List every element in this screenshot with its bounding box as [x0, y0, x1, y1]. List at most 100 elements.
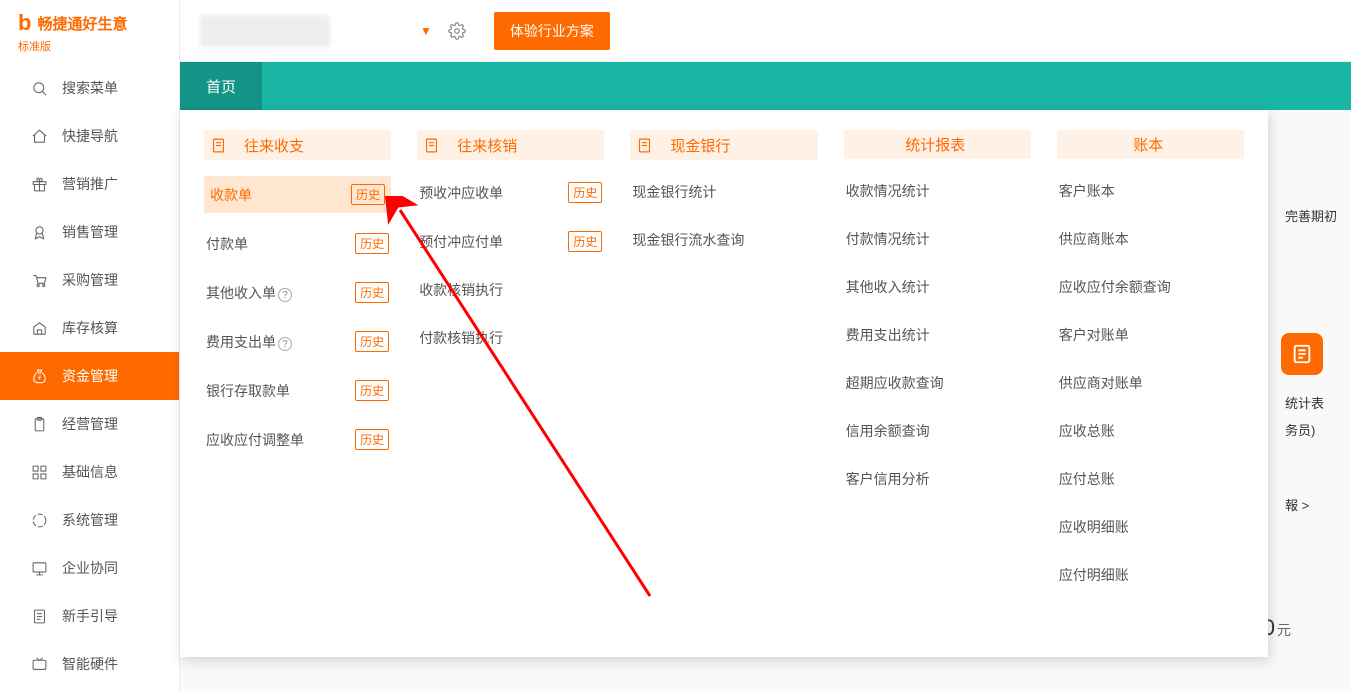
mega-item-label: 应收总账 [1059, 421, 1115, 441]
report-icon[interactable] [1281, 333, 1323, 375]
history-tag[interactable]: 历史 [355, 233, 389, 254]
mega-item[interactable]: 付款单历史 [204, 233, 391, 254]
sidebar-item-loader[interactable]: 系统管理 [0, 496, 179, 544]
logo-mark: b [18, 10, 31, 36]
history-tag[interactable]: 历史 [355, 331, 389, 352]
mega-item[interactable]: 收款核销执行 [417, 280, 604, 300]
mega-item-label: 应付明细账 [1059, 565, 1129, 585]
mega-column-header: 账本 [1057, 130, 1244, 159]
gift-icon [30, 175, 48, 193]
cta-button[interactable]: 体验行业方案 [494, 12, 610, 50]
mega-item-label: 收款单 [210, 185, 252, 205]
mega-item[interactable]: 付款核销执行 [417, 328, 604, 348]
sidebar-item-cart[interactable]: 采购管理 [0, 256, 179, 304]
sidebar-item-label: 营销推广 [62, 174, 118, 194]
mega-column-title: 现金银行 [670, 135, 730, 156]
doc-icon [636, 134, 662, 156]
tab-home[interactable]: 首页 [180, 62, 262, 110]
mega-item[interactable]: 应收应付余额查询 [1057, 277, 1244, 297]
house-icon [30, 319, 48, 337]
mega-item[interactable]: 预付冲应付单历史 [417, 231, 604, 252]
sidebar-item-badge[interactable]: 销售管理 [0, 208, 179, 256]
mega-item[interactable]: 收款单 历史 [204, 176, 391, 213]
mega-item[interactable]: 其他收入单?历史 [204, 282, 391, 303]
peek-text: 务员) [1281, 414, 1351, 445]
mega-item[interactable]: 应收应付调整单历史 [204, 429, 391, 450]
sidebar-item-note[interactable]: 新手引导 [0, 592, 179, 640]
mega-item[interactable]: 收款情况统计 [844, 181, 1031, 201]
mega-item[interactable]: 费用支出单?历史 [204, 331, 391, 352]
sidebar-item-search[interactable]: 搜索菜单 [0, 64, 179, 112]
help-icon[interactable]: ? [278, 288, 292, 302]
history-tag[interactable]: 历史 [355, 282, 389, 303]
sidebar-item-label: 资金管理 [62, 366, 118, 386]
mega-item-label: 客户信用分析 [846, 469, 930, 489]
history-tag[interactable]: 历史 [355, 429, 389, 450]
search-icon [30, 79, 48, 97]
mega-item[interactable]: 应收总账 [1057, 421, 1244, 441]
peek-link[interactable]: 報 > [1281, 489, 1351, 520]
mega-item[interactable]: 银行存取款单历史 [204, 380, 391, 401]
mega-item[interactable]: 预收冲应收单 历史 [417, 182, 604, 203]
sidebar-item-grid[interactable]: 基础信息 [0, 448, 179, 496]
mega-item-label: 现金银行流水查询 [632, 230, 744, 250]
help-icon[interactable]: ? [278, 337, 292, 351]
mega-item[interactable]: 付款情况统计 [844, 229, 1031, 249]
topbar: ▼ 体验行业方案 [180, 0, 1351, 62]
mega-item[interactable]: 客户账本 [1057, 181, 1244, 201]
sidebar-item-monitor[interactable]: 企业协同 [0, 544, 179, 592]
mega-item[interactable]: 供应商账本 [1057, 229, 1244, 249]
edition-label: 标准版 [18, 38, 179, 54]
mega-item[interactable]: 费用支出统计 [844, 325, 1031, 345]
mega-item-label: 应付总账 [1059, 469, 1115, 489]
mega-column-title: 往来收支 [244, 135, 304, 156]
svg-text:¥: ¥ [37, 375, 41, 381]
history-tag[interactable]: 历史 [351, 184, 385, 205]
sidebar-item-label: 新手引导 [62, 606, 118, 626]
mega-column-header: 统计报表 [844, 130, 1031, 159]
org-selector[interactable] [200, 15, 330, 47]
mega-column-title: 往来核销 [457, 135, 517, 156]
sidebar-item-home[interactable]: 快捷导航 [0, 112, 179, 160]
chevron-down-icon[interactable]: ▼ [420, 24, 432, 38]
mega-item-label: 预收冲应收单 [419, 183, 503, 203]
mega-item[interactable]: 信用余额查询 [844, 421, 1031, 441]
gear-icon[interactable] [448, 22, 466, 40]
mega-column-title: 统计报表 [905, 134, 965, 155]
mega-item[interactable]: 应付明细账 [1057, 565, 1244, 585]
mega-item-label: 其他收入统计 [846, 277, 930, 297]
mega-item[interactable]: 应付总账 [1057, 469, 1244, 489]
mega-item[interactable]: 客户信用分析 [844, 469, 1031, 489]
mega-column: 往来核销预收冲应收单历史预付冲应付单历史收款核销执行付款核销执行 [417, 130, 604, 613]
mega-item-label: 供应商账本 [1059, 229, 1129, 249]
mega-item[interactable]: 应收明细账 [1057, 517, 1244, 537]
logo: b 畅捷通好生意 [0, 0, 179, 40]
sidebar-item-money-bag[interactable]: ¥ 资金管理 [0, 352, 179, 400]
mega-item[interactable]: 其他收入统计 [844, 277, 1031, 297]
mega-item-label: 超期应收款查询 [846, 373, 944, 393]
mega-item-label: 收款核销执行 [419, 280, 503, 300]
history-tag[interactable]: 历史 [355, 380, 389, 401]
sidebar-item-label: 搜索菜单 [62, 78, 118, 98]
mega-item[interactable]: 现金银行统计 [630, 182, 817, 202]
mega-item[interactable]: 超期应收款查询 [844, 373, 1031, 393]
sidebar-item-clipboard[interactable]: 经营管理 [0, 400, 179, 448]
mega-item[interactable]: 现金银行流水查询 [630, 230, 817, 250]
history-tag[interactable]: 历史 [568, 182, 602, 203]
sidebar-item-label: 库存核算 [62, 318, 118, 338]
sidebar: b 畅捷通好生意 标准版 搜索菜单快捷导航营销推广销售管理采购管理库存核算 ¥ 资金… [0, 0, 180, 691]
mega-item-label: 付款核销执行 [419, 328, 503, 348]
mega-item-label: 供应商对账单 [1059, 373, 1143, 393]
mega-item[interactable]: 供应商对账单 [1057, 373, 1244, 393]
mega-column-title: 账本 [1133, 134, 1163, 155]
mega-column: 账本客户账本供应商账本应收应付余额查询客户对账单供应商对账单应收总账应付总账应收… [1057, 130, 1244, 613]
mega-item[interactable]: 客户对账单 [1057, 325, 1244, 345]
mega-item-label: 付款情况统计 [846, 229, 930, 249]
doc-icon [423, 134, 449, 156]
mega-column-header: 往来收支 [204, 130, 391, 160]
mega-item-label: 费用支出统计 [846, 325, 930, 345]
sidebar-item-house[interactable]: 库存核算 [0, 304, 179, 352]
sidebar-item-tv[interactable]: 智能硬件 [0, 640, 179, 688]
history-tag[interactable]: 历史 [568, 231, 602, 252]
sidebar-item-gift[interactable]: 营销推广 [0, 160, 179, 208]
